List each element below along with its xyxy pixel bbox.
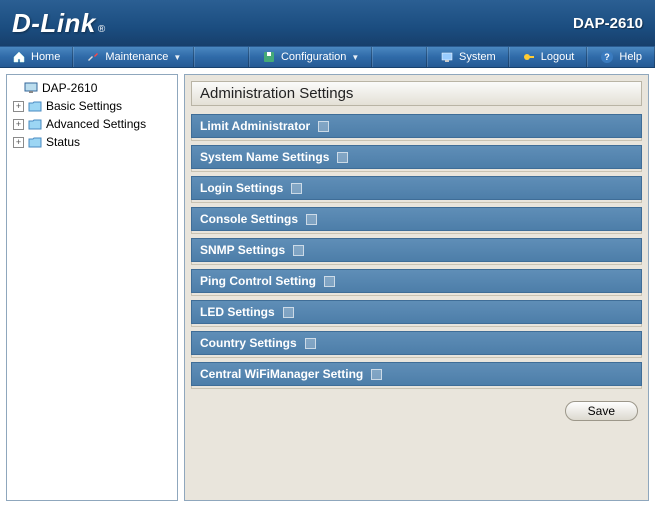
expand-toggle-icon[interactable] — [337, 152, 348, 163]
save-button[interactable]: Save — [565, 401, 638, 421]
section-header[interactable]: LED Settings — [191, 300, 642, 324]
menu-maintenance[interactable]: Maintenance ▼ — [73, 47, 194, 67]
expand-toggle-icon[interactable] — [306, 214, 317, 225]
section-header[interactable]: System Name Settings — [191, 145, 642, 169]
section-limit-administrator: Limit Administrator — [191, 114, 642, 141]
section-header[interactable]: Ping Control Setting — [191, 269, 642, 293]
menu-help[interactable]: ? Help — [587, 47, 655, 67]
button-row: Save — [191, 401, 642, 421]
menu-home[interactable]: Home — [0, 47, 73, 67]
menu-system-label: System — [459, 51, 496, 63]
brand-logo: D-Link ® — [12, 8, 105, 39]
menu-configuration[interactable]: Configuration ▼ — [249, 47, 372, 67]
section-body — [191, 262, 642, 265]
menu-spacer — [372, 47, 427, 67]
tree-expander-icon[interactable]: + — [13, 101, 24, 112]
help-icon: ? — [600, 50, 614, 64]
section-ping-control-setting: Ping Control Setting — [191, 269, 642, 296]
section-central-wifimanager-setting: Central WiFiManager Setting — [191, 362, 642, 389]
section-body — [191, 231, 642, 234]
menu-spacer — [194, 47, 249, 67]
section-led-settings: LED Settings — [191, 300, 642, 327]
key-icon — [522, 50, 536, 64]
sidebar-item-status[interactable]: + Status — [9, 133, 175, 151]
section-label: Ping Control Setting — [200, 274, 316, 288]
menu-configuration-label: Configuration — [281, 51, 346, 63]
body: DAP-2610 + Basic Settings + Advanced Set… — [0, 68, 655, 507]
section-body — [191, 200, 642, 203]
section-label: Login Settings — [200, 181, 283, 195]
folder-icon — [28, 118, 42, 130]
section-header[interactable]: SNMP Settings — [191, 238, 642, 262]
menu-help-label: Help — [619, 51, 642, 63]
tree-expander-icon[interactable]: + — [13, 119, 24, 130]
folder-icon — [28, 136, 42, 148]
section-header[interactable]: Login Settings — [191, 176, 642, 200]
section-label: Console Settings — [200, 212, 298, 226]
section-body — [191, 169, 642, 172]
tree-expander-icon[interactable]: + — [13, 137, 24, 148]
sidebar: DAP-2610 + Basic Settings + Advanced Set… — [6, 74, 178, 501]
header: D-Link ® DAP-2610 — [0, 0, 655, 46]
tree-root-label: DAP-2610 — [42, 80, 97, 96]
model-label: DAP-2610 — [573, 15, 643, 32]
expand-toggle-icon[interactable] — [291, 183, 302, 194]
section-snmp-settings: SNMP Settings — [191, 238, 642, 265]
chevron-down-icon: ▼ — [351, 53, 359, 62]
sidebar-item-label: Basic Settings — [46, 98, 122, 114]
section-label: LED Settings — [200, 305, 275, 319]
expand-toggle-icon[interactable] — [283, 307, 294, 318]
section-body — [191, 293, 642, 296]
device-icon — [24, 82, 38, 94]
section-header[interactable]: Console Settings — [191, 207, 642, 231]
menu-logout-label: Logout — [541, 51, 575, 63]
sidebar-item-label: Status — [46, 134, 80, 150]
section-body — [191, 138, 642, 141]
expand-toggle-icon[interactable] — [318, 121, 329, 132]
home-icon — [12, 50, 26, 64]
folder-icon — [28, 100, 42, 112]
section-label: Limit Administrator — [200, 119, 310, 133]
section-header[interactable]: Limit Administrator — [191, 114, 642, 138]
menu-logout[interactable]: Logout — [509, 47, 588, 67]
section-label: Country Settings — [200, 336, 297, 350]
tree-root[interactable]: DAP-2610 — [9, 79, 175, 97]
menu-home-label: Home — [31, 51, 60, 63]
section-label: Central WiFiManager Setting — [200, 367, 363, 381]
monitor-icon — [440, 50, 454, 64]
expand-toggle-icon[interactable] — [305, 338, 316, 349]
section-body — [191, 386, 642, 389]
page-title: Administration Settings — [191, 81, 642, 106]
tree-expander-none — [11, 84, 20, 93]
menu-maintenance-label: Maintenance — [105, 51, 168, 63]
section-body — [191, 324, 642, 327]
svg-text:?: ? — [605, 52, 611, 62]
tools-icon — [86, 50, 100, 64]
brand-registered: ® — [98, 24, 105, 35]
section-header[interactable]: Central WiFiManager Setting — [191, 362, 642, 386]
section-header[interactable]: Country Settings — [191, 331, 642, 355]
sections: Limit Administrator System Name Settings… — [191, 112, 642, 389]
section-body — [191, 355, 642, 358]
main-panel: Administration Settings Limit Administra… — [184, 74, 649, 501]
disk-icon — [262, 50, 276, 64]
section-label: System Name Settings — [200, 150, 329, 164]
expand-toggle-icon[interactable] — [324, 276, 335, 287]
app-window: D-Link ® DAP-2610 Home Maintenance ▼ Con… — [0, 0, 655, 507]
sidebar-item-label: Advanced Settings — [46, 116, 146, 132]
chevron-down-icon: ▼ — [173, 53, 181, 62]
section-country-settings: Country Settings — [191, 331, 642, 358]
brand-text: D-Link — [12, 8, 96, 39]
section-login-settings: Login Settings — [191, 176, 642, 203]
expand-toggle-icon[interactable] — [371, 369, 382, 380]
sidebar-item-basic-settings[interactable]: + Basic Settings — [9, 97, 175, 115]
section-system-name-settings: System Name Settings — [191, 145, 642, 172]
section-label: SNMP Settings — [200, 243, 285, 257]
section-console-settings: Console Settings — [191, 207, 642, 234]
expand-toggle-icon[interactable] — [293, 245, 304, 256]
sidebar-item-advanced-settings[interactable]: + Advanced Settings — [9, 115, 175, 133]
menu-system[interactable]: System — [427, 47, 509, 67]
menubar: Home Maintenance ▼ Configuration ▼ Syste… — [0, 46, 655, 68]
